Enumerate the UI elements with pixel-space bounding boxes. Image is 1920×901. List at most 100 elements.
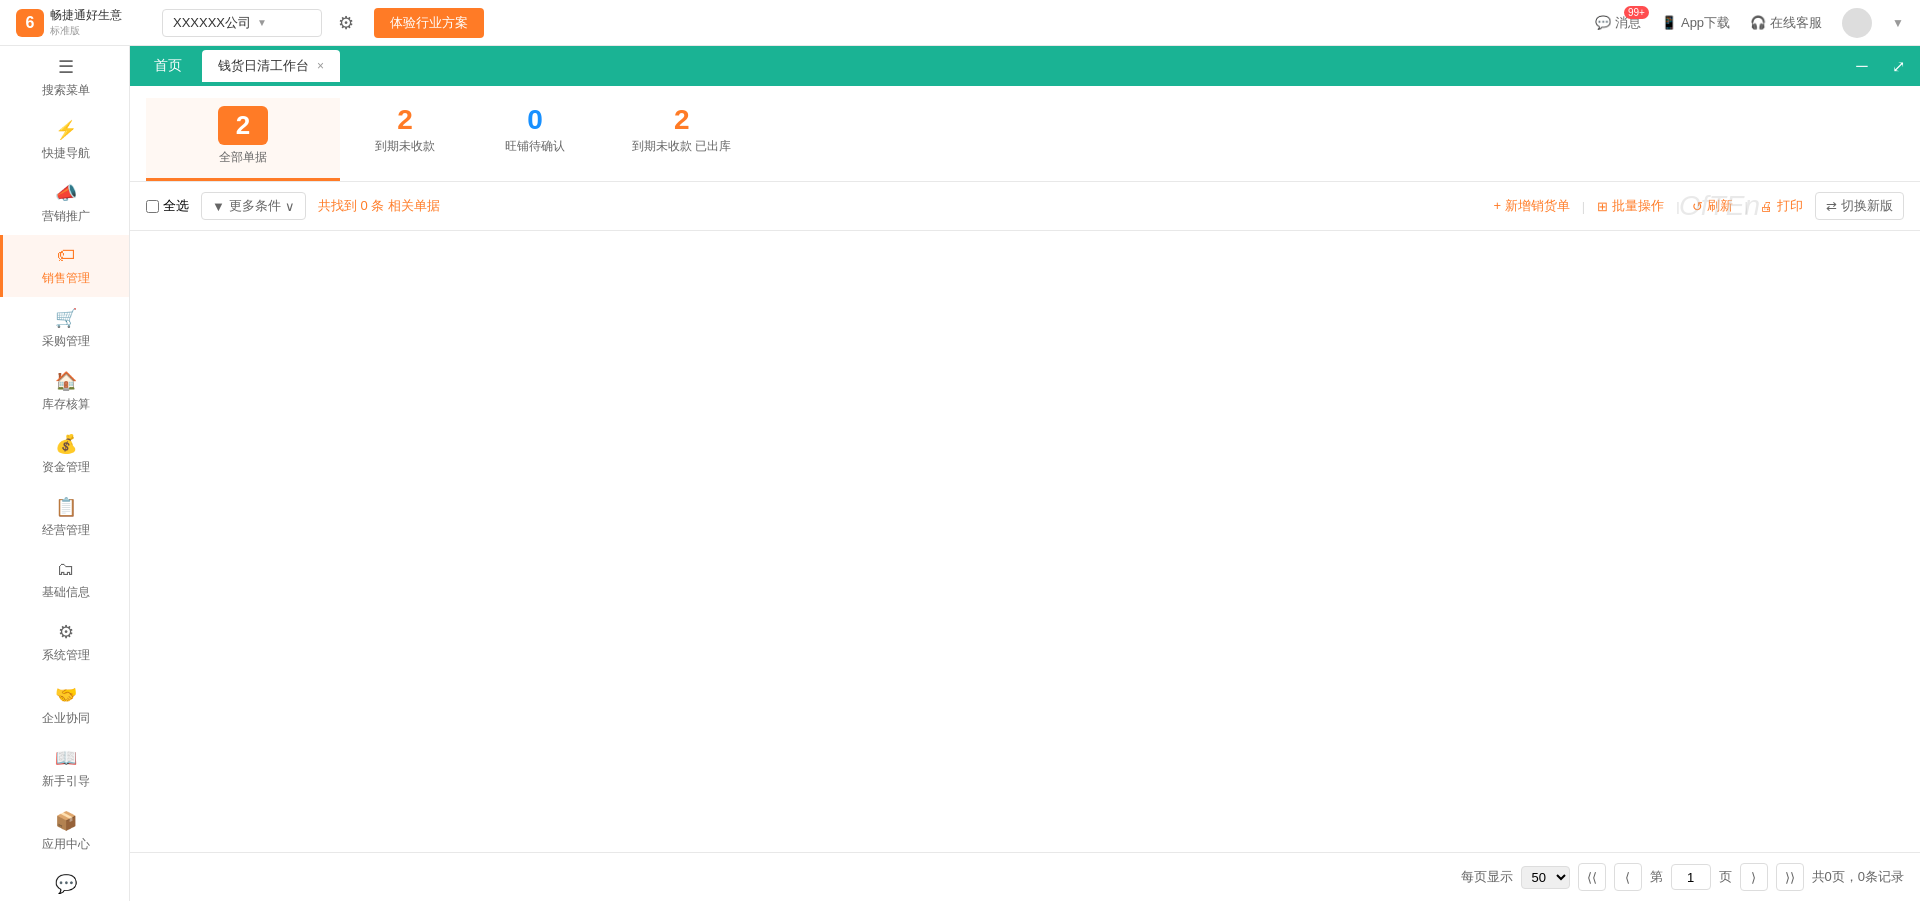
- page-label: 第: [1650, 868, 1663, 886]
- tab-bar: 首页 钱货日清工作台 × ─ ⤢: [130, 46, 1920, 86]
- result-unit: 条: [371, 198, 384, 213]
- headset-icon: 🎧: [1750, 15, 1766, 30]
- pagination: 每页显示 50 ⟨⟨ ⟨ 第 页 ⟩ ⟩⟩ 共0页，0条记录: [130, 852, 1920, 901]
- sidebar-item-marketing[interactable]: 📣 营销推广: [0, 172, 129, 235]
- add-sales-order-button[interactable]: + 新增销货单: [1494, 197, 1570, 215]
- search-menu-icon: ☰: [58, 56, 74, 78]
- company-name: XXXXXX公司: [173, 14, 251, 32]
- stat-tab-overdue[interactable]: 2 到期未收款: [340, 98, 470, 181]
- tab-active[interactable]: 钱货日清工作台 ×: [202, 50, 340, 82]
- print-button[interactable]: 🖨 打印: [1760, 197, 1803, 215]
- total-label: 共0页，0条记录: [1812, 868, 1904, 886]
- sidebar-item-base-info[interactable]: 🗂 基础信息: [0, 549, 129, 611]
- last-page-button[interactable]: ⟩⟩: [1776, 863, 1804, 891]
- wecom-icon: 💬: [55, 873, 77, 895]
- sidebar-item-quicknav[interactable]: ⚡ 快捷导航: [0, 109, 129, 172]
- print-icon: 🖨: [1760, 199, 1773, 214]
- page-number-input[interactable]: [1671, 864, 1711, 890]
- app-download-item[interactable]: 📱 App下载: [1661, 14, 1730, 32]
- sidebar-item-cooperation[interactable]: 🤝 企业协同: [0, 674, 129, 737]
- operations-icon: 📋: [55, 496, 77, 518]
- refresh-button[interactable]: ↺ 刷新: [1692, 197, 1733, 215]
- refresh-label: 刷新: [1707, 197, 1733, 215]
- tab-close-icon[interactable]: ×: [317, 59, 324, 73]
- sidebar-item-purchase[interactable]: 🛒 采购管理: [0, 297, 129, 360]
- sidebar-item-app-center[interactable]: 📦 应用中心: [0, 800, 129, 863]
- filter-icon: ▼: [212, 199, 225, 214]
- sidebar-item-label: 库存核算: [42, 396, 90, 413]
- sidebar-item-search[interactable]: ☰ 搜索菜单: [0, 46, 129, 109]
- toolbar-result: 共找到 0 条 相关单据: [318, 197, 440, 215]
- page-content: 2 全部单据 2 到期未收款 0 旺铺待确认 2 到期未收款 已出库: [130, 86, 1920, 901]
- sidebar-item-label: 搜索菜单: [42, 82, 90, 99]
- sidebar-item-label: 销售管理: [42, 270, 90, 287]
- sidebar-item-label: 资金管理: [42, 459, 90, 476]
- avatar[interactable]: [1842, 8, 1872, 38]
- filter-button[interactable]: ▼ 更多条件 ∨: [201, 192, 306, 220]
- app-download-label: App下载: [1681, 14, 1730, 32]
- filter-label: 更多条件: [229, 197, 281, 215]
- sidebar-item-label: 营销推广: [42, 208, 90, 225]
- stat-tab-wangpu[interactable]: 0 旺铺待确认: [470, 98, 600, 181]
- inventory-icon: 🏠: [55, 370, 77, 392]
- stat-tab-all[interactable]: 2 全部单据: [146, 98, 340, 181]
- sidebar-item-label: 应用中心: [42, 836, 90, 853]
- select-all-checkbox[interactable]: 全选: [146, 197, 189, 215]
- print-label: 打印: [1777, 197, 1803, 215]
- settings-button[interactable]: ⚙: [330, 7, 362, 39]
- logo-icon: 6: [16, 9, 44, 37]
- sidebar-item-operations[interactable]: 📋 经营管理: [0, 486, 129, 549]
- tab-expand-button[interactable]: ⤢: [1884, 52, 1912, 80]
- sidebar-item-label: 基础信息: [42, 584, 90, 601]
- prev-page-button[interactable]: ⟨: [1614, 863, 1642, 891]
- sidebar-item-inventory[interactable]: 🏠 库存核算: [0, 360, 129, 423]
- divider: |: [1582, 199, 1585, 214]
- batch-operation-button[interactable]: ⊞ 批量操作: [1597, 197, 1664, 215]
- online-service-item[interactable]: 🎧 在线客服: [1750, 14, 1822, 32]
- stat-wangpu-num: 0: [527, 106, 543, 134]
- system-icon: ⚙: [58, 621, 74, 643]
- marketing-icon: 📣: [55, 182, 77, 204]
- tab-home[interactable]: 首页: [138, 46, 198, 86]
- sidebar-item-wecom[interactable]: 💬 企业微信: [0, 863, 129, 901]
- first-page-button[interactable]: ⟨⟨: [1578, 863, 1606, 891]
- main-content: 首页 钱货日清工作台 × ─ ⤢ 2 全部单据 2: [130, 46, 1920, 901]
- stat-overdue-label: 到期未收款: [375, 138, 435, 155]
- divider3: |: [1745, 199, 1748, 214]
- sidebar-item-system[interactable]: ⚙ 系统管理: [0, 611, 129, 674]
- sidebar-item-label: 经营管理: [42, 522, 90, 539]
- sidebar-item-sales[interactable]: 🏷 销售管理: [0, 235, 129, 297]
- switch-label: 切换新版: [1841, 197, 1893, 215]
- tab-label: 钱货日清工作台: [218, 57, 309, 75]
- select-all-label: 全选: [163, 197, 189, 215]
- table-area: [130, 231, 1920, 852]
- message-item[interactable]: 💬 消息 99+: [1595, 14, 1641, 32]
- main-layout: ☰ 搜索菜单 ⚡ 快捷导航 📣 营销推广 🏷 销售管理 🛒 采购管理 🏠 库存核…: [0, 46, 1920, 901]
- tab-minimize-button[interactable]: ─: [1848, 52, 1876, 80]
- sidebar-item-guide[interactable]: 📖 新手引导: [0, 737, 129, 800]
- download-icon: 📱: [1661, 15, 1677, 30]
- sidebar-item-label: 新手引导: [42, 773, 90, 790]
- company-arrow-icon: ▼: [257, 17, 267, 28]
- sidebar-item-finance[interactable]: 💰 资金管理: [0, 423, 129, 486]
- result-prefix: 共找到: [318, 198, 357, 213]
- per-page-label: 每页显示: [1461, 868, 1513, 886]
- logo-text: 畅捷通好生意 标准版: [50, 8, 122, 37]
- sidebar-item-label: 系统管理: [42, 647, 90, 664]
- company-selector[interactable]: XXXXXX公司 ▼: [162, 9, 322, 37]
- per-page-select[interactable]: 50: [1521, 866, 1570, 889]
- guide-icon: 📖: [55, 747, 77, 769]
- stat-overdue-num: 2: [397, 106, 413, 134]
- stat-all-label: 全部单据: [219, 149, 267, 166]
- stat-tab-unshipped[interactable]: 2 到期未收款 已出库: [600, 98, 763, 181]
- switch-version-button[interactable]: ⇄ 切换新版: [1815, 192, 1904, 220]
- select-all-input[interactable]: [146, 200, 159, 213]
- filter-arrow-icon: ∨: [285, 199, 295, 214]
- batch-icon: ⊞: [1597, 199, 1608, 214]
- next-page-button[interactable]: ⟩: [1740, 863, 1768, 891]
- trial-button[interactable]: 体验行业方案: [374, 8, 484, 38]
- sidebar-item-label: 采购管理: [42, 333, 90, 350]
- online-service-label: 在线客服: [1770, 14, 1822, 32]
- batch-label: 批量操作: [1612, 197, 1664, 215]
- page-suffix: 页: [1719, 868, 1732, 886]
